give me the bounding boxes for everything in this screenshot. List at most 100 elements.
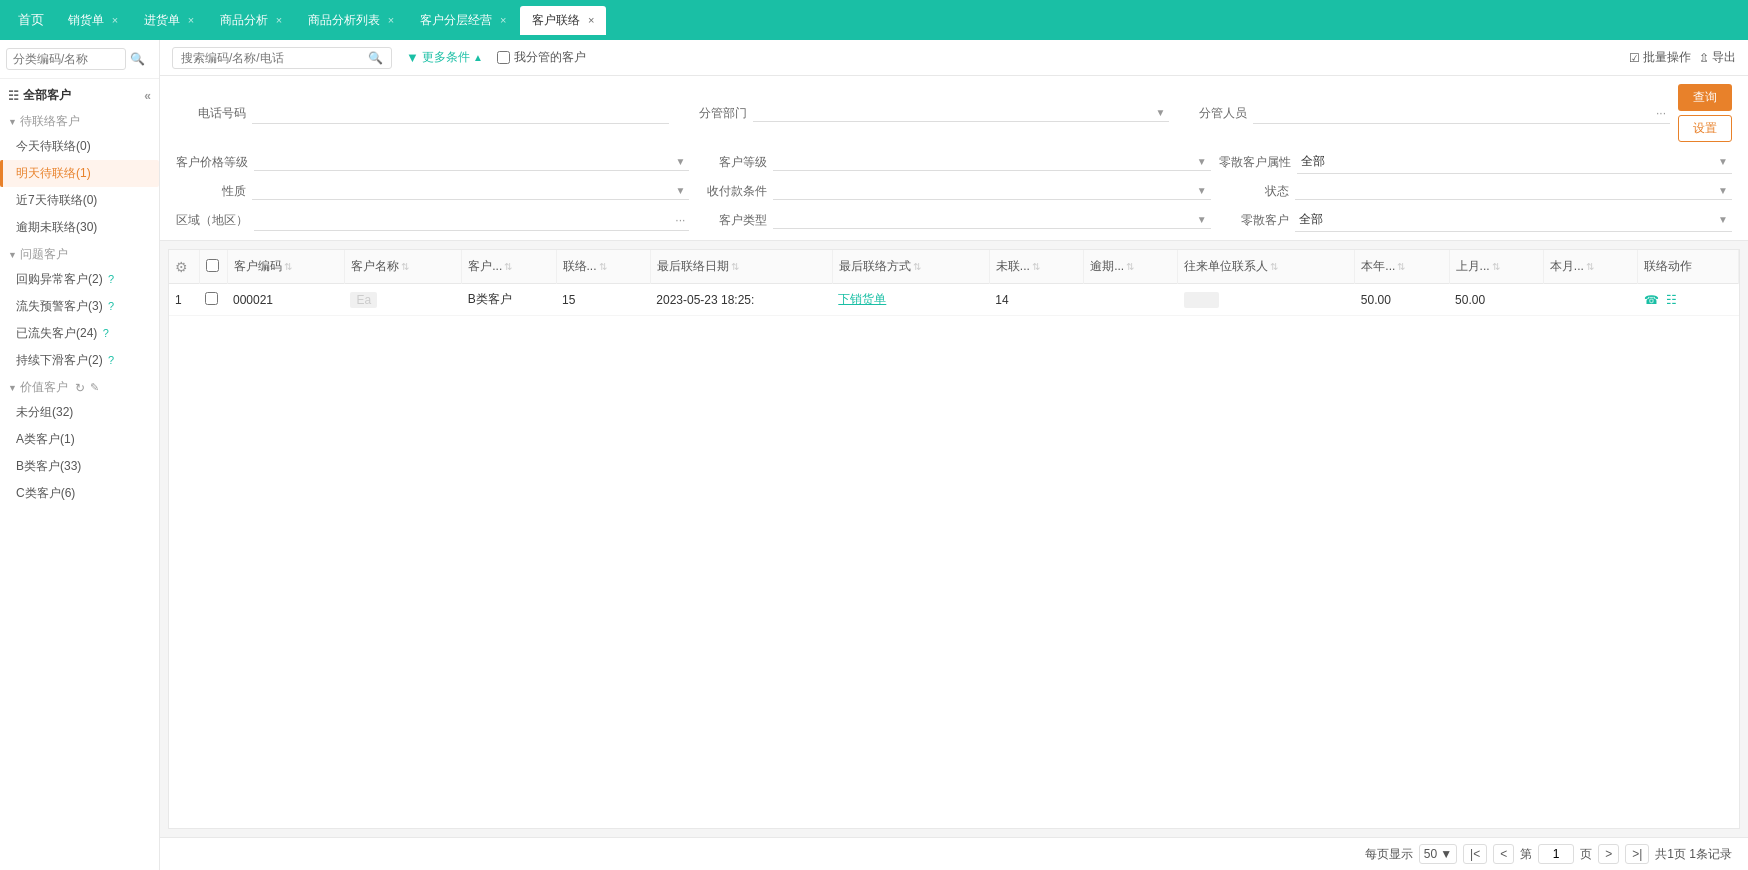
value-refresh-icon[interactable]: ↻ xyxy=(75,381,85,395)
unit-contact-blurred xyxy=(1184,292,1219,308)
filter-more-btn[interactable]: ▼ 更多条件 ▲ xyxy=(400,46,489,69)
sidebar-item-churn-warning[interactable]: 流失预警客户(3) ? xyxy=(0,293,159,320)
sort-type[interactable]: ⇅ xyxy=(504,261,512,272)
nav-home[interactable]: 首页 xyxy=(8,5,54,35)
sort-contact[interactable]: ⇅ xyxy=(599,261,607,272)
collapse-icon[interactable]: « xyxy=(144,89,151,103)
nav-close-purchase[interactable]: × xyxy=(188,14,194,26)
nav-close-customer-contact[interactable]: × xyxy=(588,14,594,26)
sort-overdue[interactable]: ⇅ xyxy=(1126,261,1134,272)
sidebar-search-input[interactable] xyxy=(6,48,126,70)
dept-caret: ▼ xyxy=(1155,107,1165,118)
action-phone-icon[interactable]: ☎ xyxy=(1644,293,1659,307)
page-input[interactable] xyxy=(1538,844,1574,864)
my-customers-checkbox[interactable] xyxy=(497,51,510,64)
col-gear: ⚙ xyxy=(169,250,199,284)
sidebar-item-overdue-pending[interactable]: 逾期未联络(30) xyxy=(0,214,159,241)
query-btn[interactable]: 查询 xyxy=(1678,84,1732,111)
pending-group-label: ▼ 待联络客户 xyxy=(0,108,159,133)
my-customers-checkbox-label[interactable]: 我分管的客户 xyxy=(497,49,586,66)
sort-code[interactable]: ⇅ xyxy=(284,261,292,272)
info-icon-0: ? xyxy=(108,273,114,285)
export-icon: ⇫ xyxy=(1699,51,1709,65)
sidebar-item-today-pending[interactable]: 今天待联络(0) xyxy=(0,133,159,160)
sort-this-month[interactable]: ⇅ xyxy=(1586,261,1594,272)
batch-ops-btn[interactable]: ☑ 批量操作 xyxy=(1629,49,1691,66)
sidebar-item-b-class[interactable]: B类客户(33) xyxy=(0,453,159,480)
region-dots[interactable]: ··· xyxy=(675,213,685,227)
col-type: 客户... ⇅ xyxy=(462,250,556,284)
gear-icon[interactable]: ⚙ xyxy=(175,259,188,275)
info-icon-1: ? xyxy=(108,300,114,312)
sort-last-method[interactable]: ⇅ xyxy=(913,261,921,272)
col-checkbox xyxy=(199,250,227,284)
customer-grade-select[interactable]: ▼ xyxy=(773,153,1210,171)
prev-page-btn[interactable]: < xyxy=(1493,844,1514,864)
sort-this-year[interactable]: ⇅ xyxy=(1397,261,1405,272)
sidebar-item-week-pending[interactable]: 近7天待联络(0) xyxy=(0,187,159,214)
next-page-btn[interactable]: > xyxy=(1598,844,1619,864)
phone-input[interactable] xyxy=(252,103,669,124)
content-area: 🔍 ▼ 更多条件 ▲ 我分管的客户 ☑ 批量操作 ⇫ 导出 xyxy=(160,40,1748,870)
cell-checkbox xyxy=(199,284,227,316)
filter-row-2: 客户价格等级 ▼ 客户等级 ▼ 零散客户属性 全部 xyxy=(176,150,1732,174)
export-btn[interactable]: ⇫ 导出 xyxy=(1699,49,1736,66)
payment-select[interactable]: ▼ xyxy=(773,182,1210,200)
value-edit-icon[interactable]: ✎ xyxy=(90,381,99,394)
row-checkbox[interactable] xyxy=(205,292,218,305)
sidebar-item-ungrouped[interactable]: 未分组(32) xyxy=(0,399,159,426)
sidebar-item-a-class[interactable]: A类客户(1) xyxy=(0,426,159,453)
all-customers-header: ☷ 全部客户 « xyxy=(0,79,159,108)
nav-item-customer-contact[interactable]: 客户联络 × xyxy=(520,6,606,35)
nav-close-analysis[interactable]: × xyxy=(276,14,282,26)
retail-attr-label: 零散客户属性 xyxy=(1219,154,1291,171)
status-select[interactable]: ▼ xyxy=(1295,182,1732,200)
retail-attr-select[interactable]: 全部 ▼ xyxy=(1297,150,1732,174)
col-this-year: 本年... ⇅ xyxy=(1355,250,1449,284)
select-all-checkbox[interactable] xyxy=(206,259,219,272)
sidebar-item-c-class[interactable]: C类客户(6) xyxy=(0,480,159,507)
sidebar-item-repurchase-abnormal[interactable]: 回购异常客户(2) ? xyxy=(0,266,159,293)
page-size-select[interactable]: 50 ▼ xyxy=(1419,844,1457,864)
value-grade-select[interactable]: ▼ xyxy=(254,153,689,171)
nav-close-customer-segment[interactable]: × xyxy=(500,14,506,26)
retail-customer-select[interactable]: 全部 ▼ xyxy=(1295,208,1732,232)
action-more-icon[interactable]: ☷ xyxy=(1666,293,1677,307)
sort-unit-contact[interactable]: ⇅ xyxy=(1270,261,1278,272)
dept-select[interactable]: ▼ xyxy=(753,104,1170,122)
settings-btn[interactable]: 设置 xyxy=(1678,115,1732,142)
last-page-btn[interactable]: >| xyxy=(1625,844,1649,864)
sidebar-item-tomorrow-pending[interactable]: 明天待联络(1) xyxy=(0,160,159,187)
sort-name[interactable]: ⇅ xyxy=(401,261,409,272)
col-last-month: 上月... ⇅ xyxy=(1449,250,1543,284)
nav-close-analysis-list[interactable]: × xyxy=(388,14,394,26)
first-page-btn[interactable]: |< xyxy=(1463,844,1487,864)
customer-type-select[interactable]: ▼ xyxy=(773,211,1210,229)
nav-item-analysis[interactable]: 商品分析 × xyxy=(208,6,294,35)
region-select[interactable]: ··· xyxy=(254,210,689,231)
sort-last-month[interactable]: ⇅ xyxy=(1492,261,1500,272)
nature-select[interactable]: ▼ xyxy=(252,182,689,200)
payment-caret: ▼ xyxy=(1197,185,1207,196)
filter-person: 分管人员 ··· xyxy=(1177,103,1670,124)
person-select[interactable]: ··· xyxy=(1253,103,1670,124)
nav-item-analysis-list[interactable]: 商品分析列表 × xyxy=(296,6,406,35)
filter-status: 状态 ▼ xyxy=(1219,182,1732,200)
sort-last-date[interactable]: ⇅ xyxy=(731,261,739,272)
nav-item-purchase[interactable]: 进货单 × xyxy=(132,6,206,35)
sort-not-contacted[interactable]: ⇅ xyxy=(1032,261,1040,272)
nav-item-sales[interactable]: 销货单 × xyxy=(56,6,130,35)
search-input[interactable] xyxy=(181,51,368,65)
last-method-link[interactable]: 下销货单 xyxy=(838,292,886,306)
sidebar-search-icon[interactable]: 🔍 xyxy=(130,52,145,66)
person-dots[interactable]: ··· xyxy=(1656,106,1666,120)
filter-retail-customer: 零散客户 全部 ▼ xyxy=(1219,208,1732,232)
nav-item-customer-segment[interactable]: 客户分层经营 × xyxy=(408,6,518,35)
toolbar-right: ☑ 批量操作 ⇫ 导出 xyxy=(1629,49,1736,66)
sidebar-item-declining[interactable]: 持续下滑客户(2) ? xyxy=(0,347,159,374)
retail-attr-caret: ▼ xyxy=(1718,156,1728,167)
sidebar-item-churned[interactable]: 已流失客户(24) ? xyxy=(0,320,159,347)
nav-close-sales[interactable]: × xyxy=(112,14,118,26)
top-nav: 首页 销货单 × 进货单 × 商品分析 × 商品分析列表 × 客户分层经营 × … xyxy=(0,0,1748,40)
search-icon[interactable]: 🔍 xyxy=(368,51,383,65)
